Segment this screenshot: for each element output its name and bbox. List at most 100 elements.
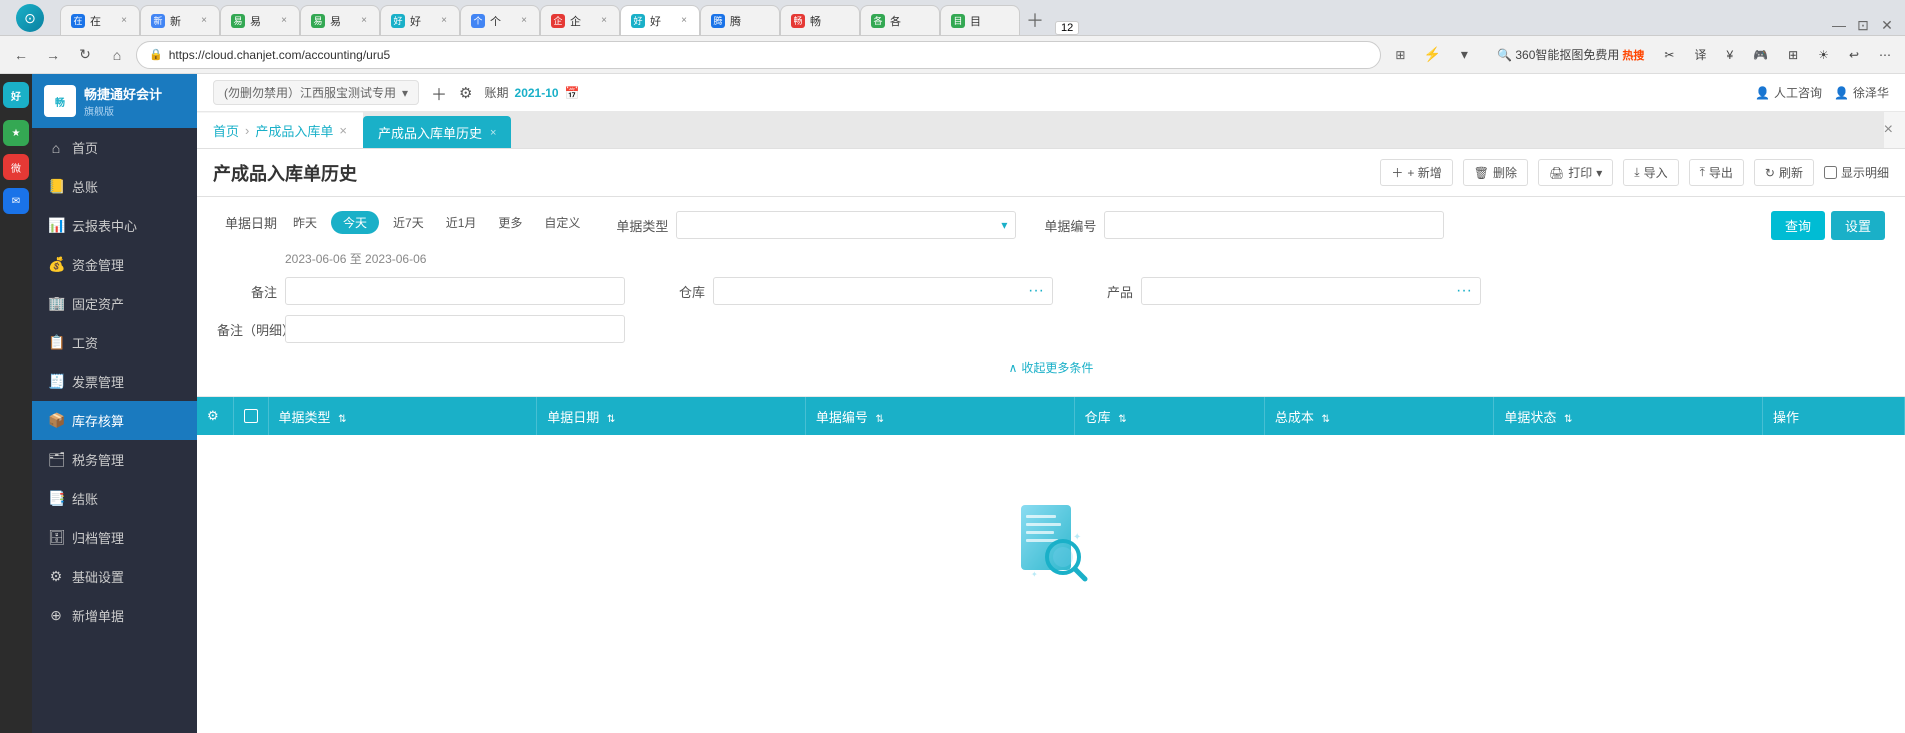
remark-detail-input[interactable] xyxy=(285,315,625,343)
th-gear[interactable]: ⚙ xyxy=(197,397,233,435)
sidebar-item-archive[interactable]: 🗄 归档管理 xyxy=(32,518,197,557)
add-button-header[interactable]: ＋ xyxy=(431,81,447,105)
add-record-button[interactable]: ＋ + 新增 xyxy=(1380,159,1452,186)
tab-close-t5[interactable]: × xyxy=(439,13,449,28)
product-filter-select[interactable]: ··· xyxy=(1141,277,1481,305)
sidebar-item-inventory[interactable]: 📦 库存核算 xyxy=(32,401,197,440)
tab-close-t3[interactable]: × xyxy=(279,13,289,28)
breadcrumb-list[interactable]: 产成品入库单 xyxy=(255,121,333,140)
page-tab-history[interactable]: 产成品入库单历史 × xyxy=(363,116,511,148)
refresh-button[interactable]: ↻ 刷新 xyxy=(1754,159,1814,186)
theme-tool[interactable]: ☀ xyxy=(1812,45,1835,65)
tab-t6[interactable]: 个 个 × xyxy=(460,5,540,35)
tab-close-t7[interactable]: × xyxy=(599,13,609,28)
th-check[interactable] xyxy=(233,397,268,435)
date-btn-1month[interactable]: 近1月 xyxy=(438,211,485,234)
tab-close-t1[interactable]: × xyxy=(119,13,129,28)
delete-button[interactable]: 🗑 删除 xyxy=(1463,159,1528,186)
sidebar-item-report-center[interactable]: 📊 云报表中心 xyxy=(32,206,197,245)
refresh-button[interactable]: ↻ xyxy=(72,42,98,68)
breadcrumb-home[interactable]: 首页 xyxy=(213,121,239,140)
sidebar-item-invoice[interactable]: 🧾 发票管理 xyxy=(32,362,197,401)
app-icon-mail[interactable]: ✉ xyxy=(3,188,29,214)
sidebar-item-payroll[interactable]: 📋 工资 xyxy=(32,323,197,362)
translate-tool[interactable]: 译 xyxy=(1688,43,1712,66)
tab-t2[interactable]: 新 新 × xyxy=(140,5,220,35)
date-btn-7days[interactable]: 近7天 xyxy=(385,211,432,234)
sidebar-item-fund[interactable]: 💰 资金管理 xyxy=(32,245,197,284)
window-minimize[interactable]: — xyxy=(1829,15,1849,35)
sidebar-item-basic-settings[interactable]: ⚙ 基础设置 xyxy=(32,557,197,596)
grid-tool[interactable]: ⊞ xyxy=(1782,45,1804,65)
tab-t1[interactable]: 在 在 × xyxy=(60,5,140,35)
tab-t5[interactable]: 好 好 × xyxy=(380,5,460,35)
lightning-icon[interactable]: ⚡ xyxy=(1419,42,1445,68)
forward-button[interactable]: → xyxy=(40,42,66,68)
game-tool[interactable]: 🎮 xyxy=(1747,45,1774,65)
voucher-filter-input[interactable] xyxy=(1104,211,1444,239)
filter-settings-button[interactable]: 设置 xyxy=(1831,211,1885,240)
app-icon-chanjet[interactable]: 好 xyxy=(3,82,29,108)
type-filter-select[interactable]: ▾ xyxy=(676,211,1016,239)
tab-close-t8[interactable]: × xyxy=(679,13,689,28)
th-status[interactable]: 单据状态 ⇅ xyxy=(1494,397,1763,435)
undo-tool[interactable]: ↩ xyxy=(1843,45,1865,65)
date-btn-yesterday[interactable]: 昨天 xyxy=(285,211,325,234)
tab-t3[interactable]: 易 易 × xyxy=(220,5,300,35)
sidebar-item-settlement[interactable]: 📑 结账 xyxy=(32,479,197,518)
date-btn-today[interactable]: 今天 xyxy=(331,211,379,234)
sidebar-item-tax[interactable]: 🗂 税务管理 xyxy=(32,440,197,479)
panel-close-icon[interactable]: × xyxy=(1884,121,1905,139)
user-avatar[interactable]: 👤 徐泽华 xyxy=(1834,84,1889,101)
th-date[interactable]: 单据日期 ⇅ xyxy=(537,397,806,435)
tab-t8[interactable]: 好 好 × xyxy=(620,5,700,35)
remark-filter-input[interactable] xyxy=(285,277,625,305)
settings-tool[interactable]: ⋯ xyxy=(1873,45,1897,65)
sidebar-item-home[interactable]: ⌂ 首页 xyxy=(32,128,197,167)
show-cols-input[interactable] xyxy=(1824,166,1837,179)
tab-close-t4[interactable]: × xyxy=(359,13,369,28)
select-all-checkbox[interactable] xyxy=(244,409,258,423)
show-cols-checkbox[interactable]: 显示明细 xyxy=(1824,164,1889,181)
tab-add-button[interactable]: ＋ xyxy=(1020,5,1050,35)
company-selector[interactable]: (勿删勿禁用）江西服宝测试专用 ▾ xyxy=(213,80,419,105)
tab-t9[interactable]: 腾 腾 xyxy=(700,5,780,35)
date-btn-custom[interactable]: 自定义 xyxy=(536,211,588,234)
tab-t11[interactable]: 各 各 xyxy=(860,5,940,35)
tab-close-t6[interactable]: × xyxy=(519,13,529,28)
tab-t10[interactable]: 畅 畅 xyxy=(780,5,860,35)
warehouse-filter-select[interactable]: ··· xyxy=(713,277,1053,305)
date-btn-more[interactable]: 更多 xyxy=(490,211,530,234)
th-cost[interactable]: 总成本 ⇅ xyxy=(1264,397,1493,435)
tab-t12[interactable]: 目 目 xyxy=(940,5,1020,35)
url-bar[interactable]: 🔒 https://cloud.chanjet.com/accounting/u… xyxy=(136,41,1381,69)
extensions-icon[interactable]: ⊞ xyxy=(1387,42,1413,68)
tab-t4[interactable]: 易 易 × xyxy=(300,5,380,35)
page-tab-close-history[interactable]: × xyxy=(490,127,496,139)
sidebar-item-general-ledger[interactable]: 📒 总账 xyxy=(32,167,197,206)
export-button[interactable]: ⤒ 导出 xyxy=(1689,159,1744,186)
th-number[interactable]: 单据编号 ⇅ xyxy=(805,397,1074,435)
app-icon-green[interactable]: ★ xyxy=(3,120,29,146)
window-close[interactable]: ✕ xyxy=(1877,15,1897,35)
tab-t7[interactable]: 企 企 × xyxy=(540,5,620,35)
app-icon-weibo[interactable]: 微 xyxy=(3,154,29,180)
back-button[interactable]: ← xyxy=(8,42,34,68)
window-maximize[interactable]: ⊡ xyxy=(1853,15,1873,35)
scissors-tool[interactable]: ✂ xyxy=(1658,45,1680,65)
sidebar-item-new-bill[interactable]: ⊕ 新增单据 xyxy=(32,596,197,635)
th-warehouse[interactable]: 仓库 ⇅ xyxy=(1074,397,1264,435)
home-button[interactable]: ⌂ xyxy=(104,42,130,68)
th-type[interactable]: 单据类型 ⇅ xyxy=(268,397,537,435)
address-chevron[interactable]: ▾ xyxy=(1451,42,1477,68)
sidebar-item-fixed-assets[interactable]: 🏢 固定资产 xyxy=(32,284,197,323)
query-button[interactable]: 查询 xyxy=(1771,211,1825,240)
ai-consultant[interactable]: 👤 人工咨询 xyxy=(1755,84,1822,101)
calendar-icon[interactable]: 📅 xyxy=(565,86,580,100)
search-toolbar[interactable]: 🔍 360智能抠图免费用 热搜 xyxy=(1491,43,1650,66)
tab-close-t2[interactable]: × xyxy=(199,13,209,28)
settings-button-header[interactable]: ⚙ xyxy=(459,84,472,102)
import-button[interactable]: ⤓ 导入 xyxy=(1623,159,1678,186)
collapse-button[interactable]: ∧ 收起更多条件 xyxy=(217,353,1885,382)
print-button[interactable]: 🖨 打印 ▾ xyxy=(1538,159,1613,186)
